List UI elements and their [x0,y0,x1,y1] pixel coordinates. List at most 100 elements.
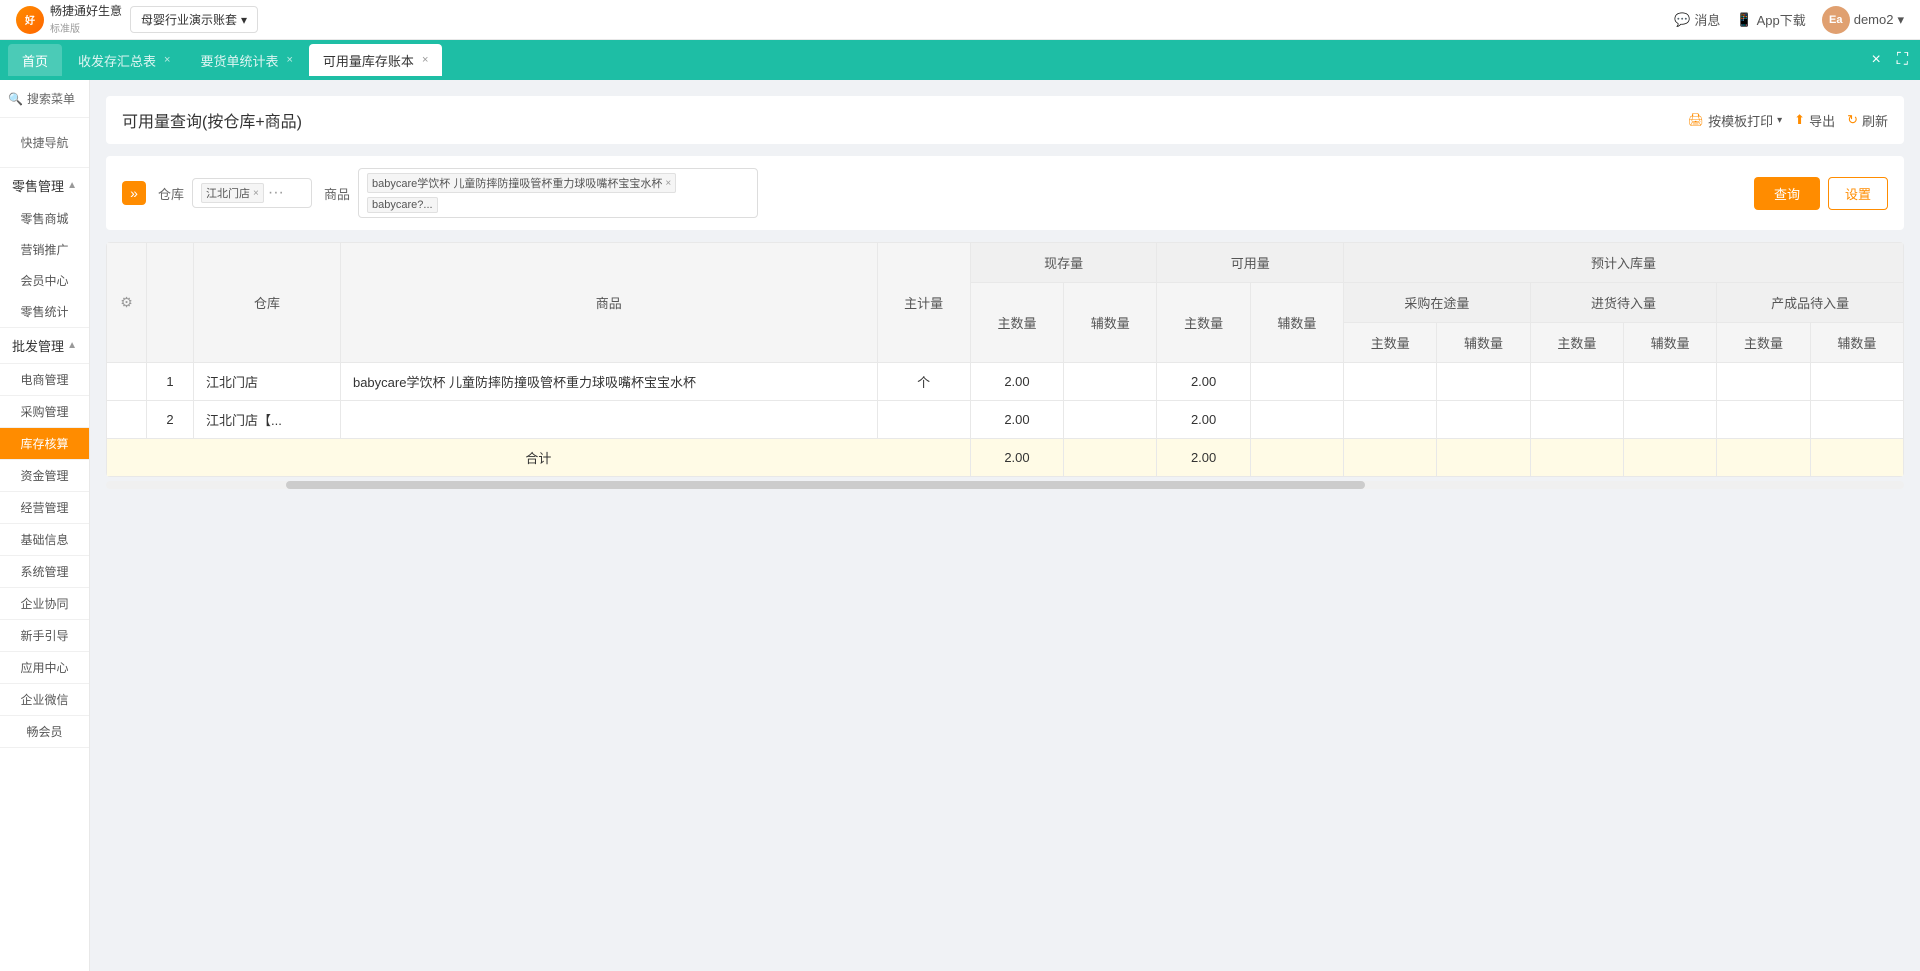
horizontal-scrollbar[interactable] [106,481,1904,489]
total-incoming-main [1530,439,1623,477]
sidebar-item-finance[interactable]: 资金管理 [0,460,89,491]
total-stock-main: 2.00 [970,439,1063,477]
filter-warehouse-input[interactable]: 江北门店 × ··· [192,178,312,208]
sidebar-section-retail: 零售管理 ▲ 零售商城 营销推广 会员中心 零售统计 [0,168,89,328]
tab-close-order-stats[interactable]: × [286,54,292,66]
cell-unit-0: 个 [877,363,970,401]
chevron-up-icon: ▲ [67,180,77,191]
sidebar-item-basics[interactable]: 基础信息 [0,524,89,555]
search-icon: 🔍 [8,92,23,106]
filter-tag-close-product1[interactable]: × [665,178,671,189]
cell-avail-main-1: 2.00 [1157,401,1250,439]
sidebar-section-newguide: 新手引导 [0,620,89,652]
sidebar-search[interactable]: 🔍 搜索菜单 [0,80,89,118]
sidebar-item-ecommerce[interactable]: 电商管理 [0,364,89,395]
cell-incoming-aux-0 [1624,363,1717,401]
cell-settings-0 [107,363,147,401]
page-title: 可用量查询(按仓库+商品) [122,108,302,132]
expand-tabs-btn[interactable]: ⛶ [1893,47,1912,73]
logo-area: 好 畅捷通好生意 标准版 [16,4,122,35]
sidebar-item-member[interactable]: 畅会员 [0,716,89,747]
account-selector[interactable]: 母婴行业演示账套 ▾ [130,6,258,33]
th-incoming-aux: 辅数量 [1624,323,1717,363]
print-btn[interactable]: 🖨 按模板打印 ▾ [1688,111,1783,130]
phone-icon: 📱 [1736,12,1752,28]
sidebar-item-marketing[interactable]: 营销推广 [0,234,89,265]
sidebar-item-retail-mall[interactable]: 零售商城 [0,203,89,234]
filter-expand-btn[interactable]: » [122,181,146,205]
sidebar-section-appcenter: 应用中心 [0,652,89,684]
chevron-down-icon: ▾ [1897,12,1904,28]
filter-warehouse-dots[interactable]: ··· [268,184,284,202]
main-layout: 🔍 搜索菜单 快捷导航 零售管理 ▲ 零售商城 营销推广 会员中心 零售统计 批… [0,80,1920,971]
chevron-down-icon: ▲ [67,340,77,351]
sidebar-item-appcenter[interactable]: 应用中心 [0,652,89,683]
sidebar-section-wholesale: 批发管理 ▲ [0,328,89,364]
export-btn[interactable]: ⬆ 导出 [1794,111,1835,130]
th-settings: ⚙ [107,243,147,363]
avatar: Ea [1822,6,1850,34]
sidebar-item-enterprise[interactable]: 企业协同 [0,588,89,619]
sidebar-item-purchase[interactable]: 采购管理 [0,396,89,427]
content-area: 可用量查询(按仓库+商品) 🖨 按模板打印 ▾ ⬆ 导出 ↻ 刷新 [90,80,1920,971]
sidebar-item-members[interactable]: 会员中心 [0,265,89,296]
tab-order-stats[interactable]: 要货单统计表 × [186,44,306,76]
message-btn[interactable]: 💬 消息 [1674,10,1720,29]
total-row: 合计 2.00 2.00 [107,439,1904,477]
sidebar-section-enterprise: 企业协同 [0,588,89,620]
sidebar-item-newguide[interactable]: 新手引导 [0,620,89,651]
filter-tag-warehouse: 江北门店 × [201,183,264,203]
tab-available-stock[interactable]: 可用量库存账本 × [309,44,442,76]
user-menu[interactable]: Ea demo2 ▾ [1822,6,1904,34]
sidebar-quick-nav[interactable]: 快捷导航 [0,118,89,168]
th-product: 商品 [340,243,877,363]
sidebar-section-finance: 资金管理 [0,460,89,492]
sidebar-item-operations[interactable]: 经营管理 [0,492,89,523]
app-download-btn[interactable]: 📱 App下载 [1736,10,1805,29]
filter-actions: 查询 设置 [1754,177,1888,210]
cell-product-0: babycare学饮杯 儿童防摔防撞吸管杯重力球吸嘴杯宝宝水杯 [340,363,877,401]
filter-warehouse-label: 仓库 [158,184,184,203]
query-button[interactable]: 查询 [1754,177,1820,210]
th-planned-in: 预计入库量 [1344,243,1904,283]
top-bar: 好 畅捷通好生意 标准版 母婴行业演示账套 ▾ 💬 消息 📱 App下载 Ea … [0,0,1920,40]
th-incoming-stock: 进货待入量 [1530,283,1717,323]
sidebar-section-header-retail[interactable]: 零售管理 ▲ [0,168,89,203]
filter-product-input[interactable]: babycare学饮杯 儿童防摔防撞吸管杯重力球吸嘴杯宝宝水杯 × babyca… [358,168,758,218]
sidebar-section-header-wholesale[interactable]: 批发管理 ▲ [0,328,89,363]
filter-tag-product1: babycare学饮杯 儿童防摔防撞吸管杯重力球吸嘴杯宝宝水杯 × [367,173,676,193]
page-content: 可用量查询(按仓库+商品) 🖨 按模板打印 ▾ ⬆ 导出 ↻ 刷新 [90,80,1920,971]
cell-stock-aux-0 [1064,363,1157,401]
refresh-icon: ↻ [1847,112,1858,128]
sidebar-section-purchase: 采购管理 [0,396,89,428]
filter-product-label: 商品 [324,184,350,203]
tab-close-receipt-summary[interactable]: × [164,54,170,66]
cell-rownum-1: 2 [147,401,194,439]
chevron-down-icon: ▾ [241,13,247,27]
cell-purch-main-1 [1344,401,1437,439]
filter-tag-product2: babycare?... [367,197,438,213]
table-row: 2 江北门店【... 2.00 2.00 [107,401,1904,439]
sidebar-item-system[interactable]: 系统管理 [0,556,89,587]
tab-receipt-summary[interactable]: 收发存汇总表 × [64,44,184,76]
tab-close-available-stock[interactable]: × [422,54,428,66]
tab-home[interactable]: 首页 [8,44,62,76]
refresh-btn[interactable]: ↻ 刷新 [1847,111,1888,130]
filter-tag-close-warehouse[interactable]: × [253,188,259,199]
page-header: 可用量查询(按仓库+商品) 🖨 按模板打印 ▾ ⬆ 导出 ↻ 刷新 [106,96,1904,144]
th-main-unit: 主计量 [877,243,970,363]
sidebar-item-corpwechat[interactable]: 企业微信 [0,684,89,715]
sidebar-item-stock[interactable]: 库存核算 [0,428,89,459]
sidebar-item-retail-stats[interactable]: 零售统计 [0,296,89,327]
th-available: 可用量 [1157,243,1344,283]
filter-bar: » 仓库 江北门店 × ··· 商品 babycare [106,156,1904,230]
th-avail-main-qty: 主数量 [1157,283,1250,363]
cell-incoming-main-1 [1530,401,1623,439]
cell-purch-main-0 [1344,363,1437,401]
sidebar-section-ecommerce: 电商管理 [0,364,89,396]
settings-button[interactable]: 设置 [1828,177,1888,210]
gear-icon[interactable]: ⚙ [120,294,133,310]
close-all-tabs-btn[interactable]: × [1867,47,1884,73]
sidebar-section-corpwechat: 企业微信 [0,684,89,716]
logo-icon: 好 [16,6,44,34]
